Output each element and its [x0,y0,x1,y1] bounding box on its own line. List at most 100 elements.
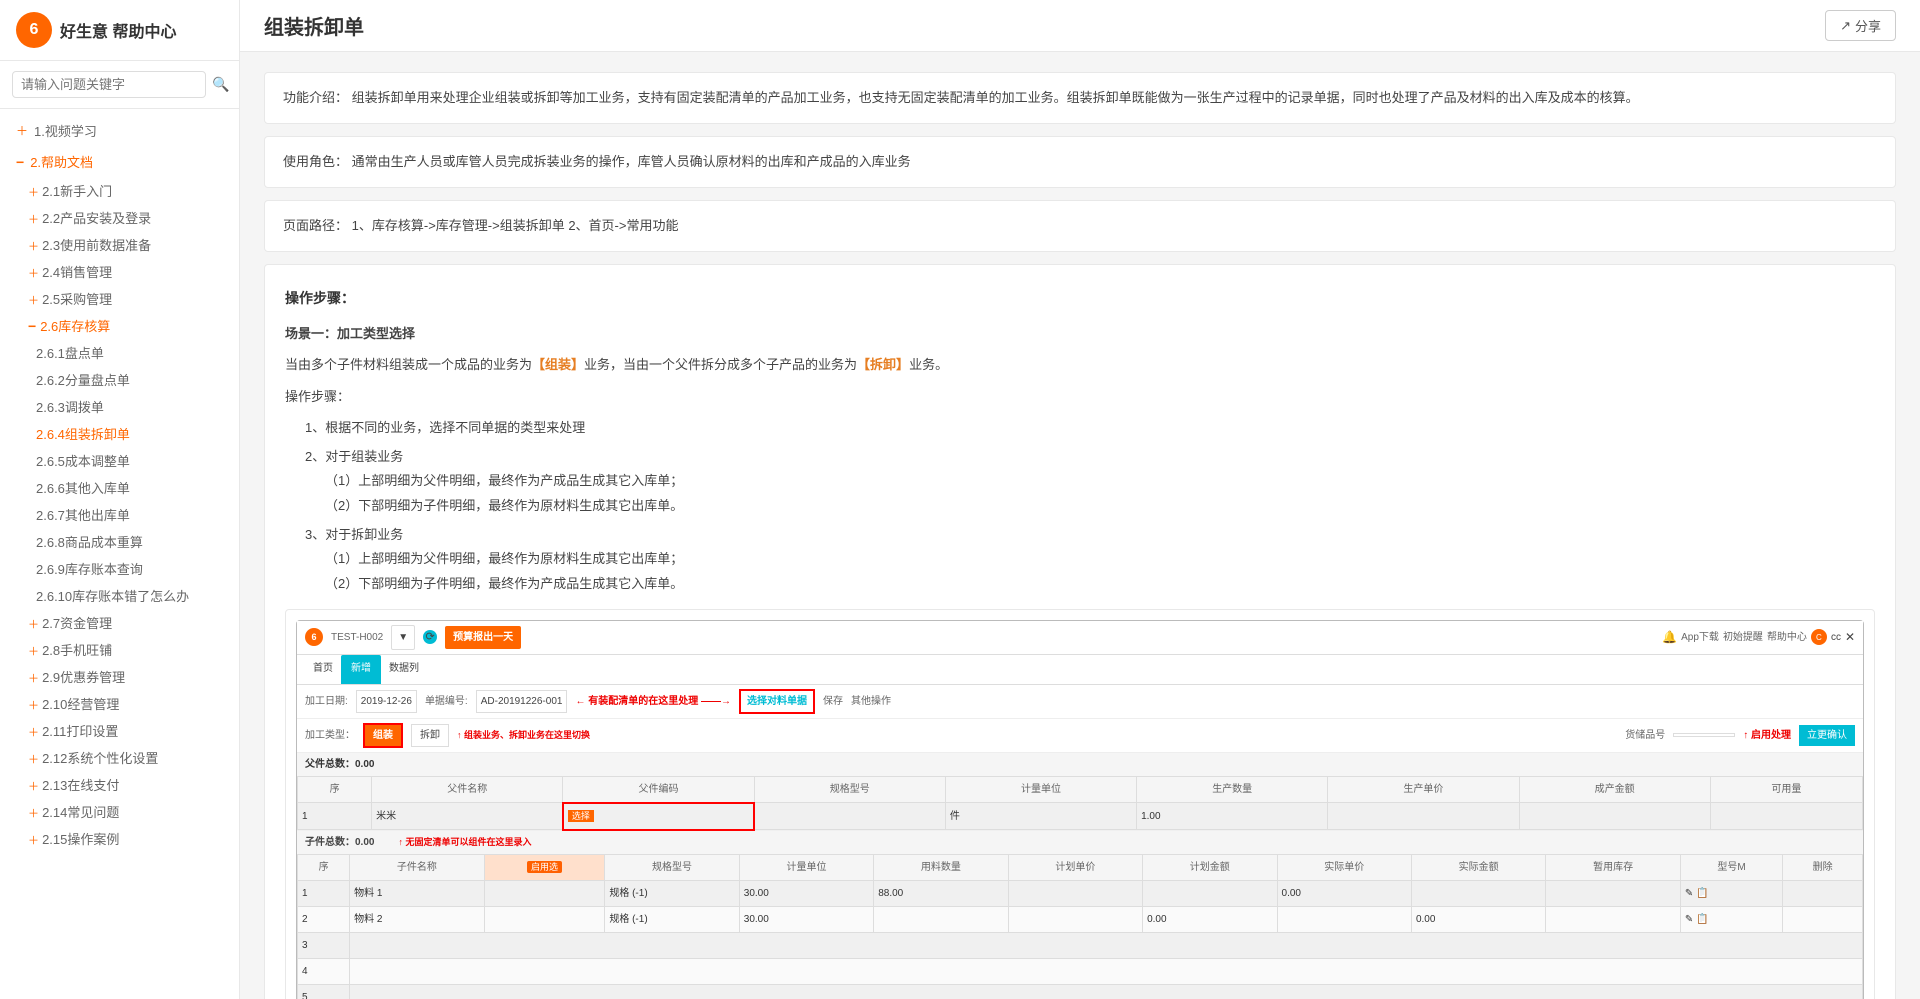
app-dropdown[interactable]: ▼ [391,625,415,650]
cell: 30.00 [739,906,873,932]
form-type-assembly[interactable]: 组装 [363,723,403,748]
steps-title: 操作步骤： [285,285,1875,312]
sidebar-item-data-prep[interactable]: ＋ 2.3使用前数据准备 [0,231,239,258]
sidebar-item-finance[interactable]: ＋ 2.7资金管理 [0,609,239,636]
share-button[interactable]: ↗ 分享 [1825,10,1896,41]
form-date-input[interactable]: 2019-12-26 [356,690,417,713]
sidebar-item-inventory[interactable]: − 2.6库存核算 [0,312,239,339]
role-text: 通常由生产人员或库管人员完成拆装业务的操作，库管人员确认原材料的出库和产成品的入… [352,154,911,169]
sidebar-item-payment[interactable]: ＋ 2.13在线支付 [0,771,239,798]
table-row: 3 [298,932,1863,958]
search-icon[interactable]: 🔍 [212,76,229,93]
screenshot-container: 6 TEST-H002 ▼ ⟳ 预算报出一天 🔔 App下载 初始提醒 帮助中心… [285,609,1875,999]
sidebar-item-print[interactable]: ＋ 2.11打印设置 [0,717,239,744]
step3-1: （1）上部明细为父件明细，最终作为原材料生成其它出库单； [285,547,1875,572]
sidebar-item-docs[interactable]: − 2.帮助文档 [0,146,239,177]
sidebar-label: 2.10经营管理 [42,697,119,712]
annotation-type: ↑ 组装业务、拆卸业务在这里切换 [457,727,590,744]
sidebar-item-ledger-fix[interactable]: 2.6.10库存账本错了怎么办 [0,582,239,609]
table-row: 1 物料 1 规格 (-1) 30.00 88.00 0.00 [298,880,1863,906]
sidebar-item-other-out[interactable]: 2.6.7其他出库单 [0,501,239,528]
app-icon-row: 🔔 App下载 初始提醒 帮助中心 C cc ✕ [1662,626,1855,649]
form-type-label: 加工类型： [305,726,355,745]
sidebar-item-other-in[interactable]: 2.6.6其他入库单 [0,474,239,501]
sidebar-item-partial-stocktake[interactable]: 2.6.2分量盘点单 [0,366,239,393]
col-spec2: 规格型号 [605,854,739,880]
sidebar-item-video[interactable]: ＋ 1.视频学习 [0,115,239,146]
step2: 2、对于组装业务 [285,445,1875,470]
app-tab-home[interactable]: 首页 [305,655,341,684]
plus-icon: ＋ [28,673,42,685]
table-row: 1 米米 选择 件 1.00 [298,803,1863,830]
sidebar-item-cases[interactable]: ＋ 2.15操作案例 [0,825,239,852]
app-tab-data[interactable]: 数据列 [381,655,427,684]
sidebar-item-customize[interactable]: ＋ 2.12系统个性化设置 [0,744,239,771]
step2-1: （1）上部明细为父件明细，最终作为产成品生成其它入库单； [285,469,1875,494]
cell-empty [350,932,1863,958]
plus-icon: ＋ [28,727,42,739]
app-icon2[interactable]: 初始提醒 [1723,628,1763,647]
sidebar-item-transfer[interactable]: 2.6.3调拨单 [0,393,239,420]
cell: ✎ 📋 [1680,880,1782,906]
cell: 物料 1 [350,880,484,906]
cell: 30.00 [739,880,873,906]
intro-text: 组装拆卸单用来处理企业组装或拆卸等加工业务，支持有固定装配清单的产品加工业务，也… [352,90,1639,105]
scenario1-title: 场景一：加工类型选择 [285,322,1875,347]
share-icon: ↗ [1840,18,1851,34]
plus-icon: ＋ [28,187,42,199]
search-input[interactable] [12,71,206,98]
sidebar-label: 2.1新手入门 [42,184,112,199]
bottom-table-header: 序 子件名称 启用选 规格型号 计量单位 用料数量 计划单价 计划金额 [298,854,1863,880]
col-child-code: 启用选 [484,854,605,880]
col-amount: 成产金额 [1519,776,1710,803]
cell-spec [754,803,945,830]
sidebar-item-ops[interactable]: ＋ 2.10经营管理 [0,690,239,717]
form-type-disassembly[interactable]: 拆卸 [411,724,449,747]
form-docno-input[interactable]: AD-20191226-001 [476,690,568,713]
sidebar-item-install[interactable]: ＋ 2.2产品安装及登录 [0,204,239,231]
app-icon3[interactable]: 帮助中心 [1767,628,1807,647]
sidebar-item-mobile[interactable]: ＋ 2.8手机旺铺 [0,636,239,663]
form-confirm-btn[interactable]: 立更确认 [1799,725,1855,746]
cell-empty [350,958,1863,984]
sidebar-item-ledger-query[interactable]: 2.6.9库存账本查询 [0,555,239,582]
cell: 规格 (-1) [605,906,739,932]
sidebar-label: 2.14常见问题 [42,805,119,820]
cell-qty-val: 1.00 [1137,803,1328,830]
logo-text: 好生意 帮助中心 [60,18,176,42]
app-icon1[interactable]: App下载 [1681,628,1719,647]
sidebar-item-cost-recalc[interactable]: 2.6.8商品成本重算 [0,528,239,555]
sidebar-item-newbie[interactable]: ＋ 2.1新手入门 [0,177,239,204]
form-warehouse-input[interactable] [1673,733,1735,737]
sidebar: 6 好生意 帮助中心 🔍 ＋ 1.视频学习 − 2.帮助文档 ＋ 2.1新手入门… [0,0,240,999]
username: cc [1831,628,1841,647]
annotation-btn[interactable]: 选择对料单据 [739,689,815,714]
path-label: 页面路径： [283,218,348,233]
sidebar-item-stocktake[interactable]: 2.6.1盘点单 [0,339,239,366]
nav-list: ＋ 1.视频学习 − 2.帮助文档 ＋ 2.1新手入门 ＋ 2.2产品安装及登录… [0,109,239,999]
app-tab-new[interactable]: 新增 [341,655,381,684]
sidebar-item-faq[interactable]: ＋ 2.14常见问题 [0,798,239,825]
sidebar-item-assembly[interactable]: 2.6.4组装拆卸单 [0,420,239,447]
avatar[interactable]: C [1811,629,1827,645]
col-material-qty: 用料数量 [874,854,1008,880]
bell-icon[interactable]: 🔔 [1662,626,1677,649]
plus-icon: ＋ [28,619,42,631]
close-icon[interactable]: ✕ [1845,626,1855,649]
sidebar-item-sales[interactable]: ＋ 2.4销售管理 [0,258,239,285]
app-orange-btn[interactable]: 预算报出一天 [445,626,521,649]
sidebar-item-cost-adjust[interactable]: 2.6.5成本调整单 [0,447,239,474]
form-save-label: 保存 [823,692,843,711]
role-label: 使用角色： [283,154,348,169]
refresh-icon[interactable]: ⟳ [423,630,437,644]
sidebar-item-purchase[interactable]: ＋ 2.5采购管理 [0,285,239,312]
cell [1277,906,1411,932]
sidebar-label: 2.4销售管理 [42,265,112,280]
col-unit2: 计量单位 [739,854,873,880]
sidebar-item-coupon[interactable]: ＋ 2.9优惠券管理 [0,663,239,690]
top-table-label: 父件总数：0.00 [297,753,1863,776]
col-model: 型号M [1680,854,1782,880]
plus-icon: ＋ [28,754,42,766]
cell-price-val [1328,803,1519,830]
step3-2: （2）下部明细为子件明细，最终作为产成品生成其它入库单。 [285,572,1875,597]
